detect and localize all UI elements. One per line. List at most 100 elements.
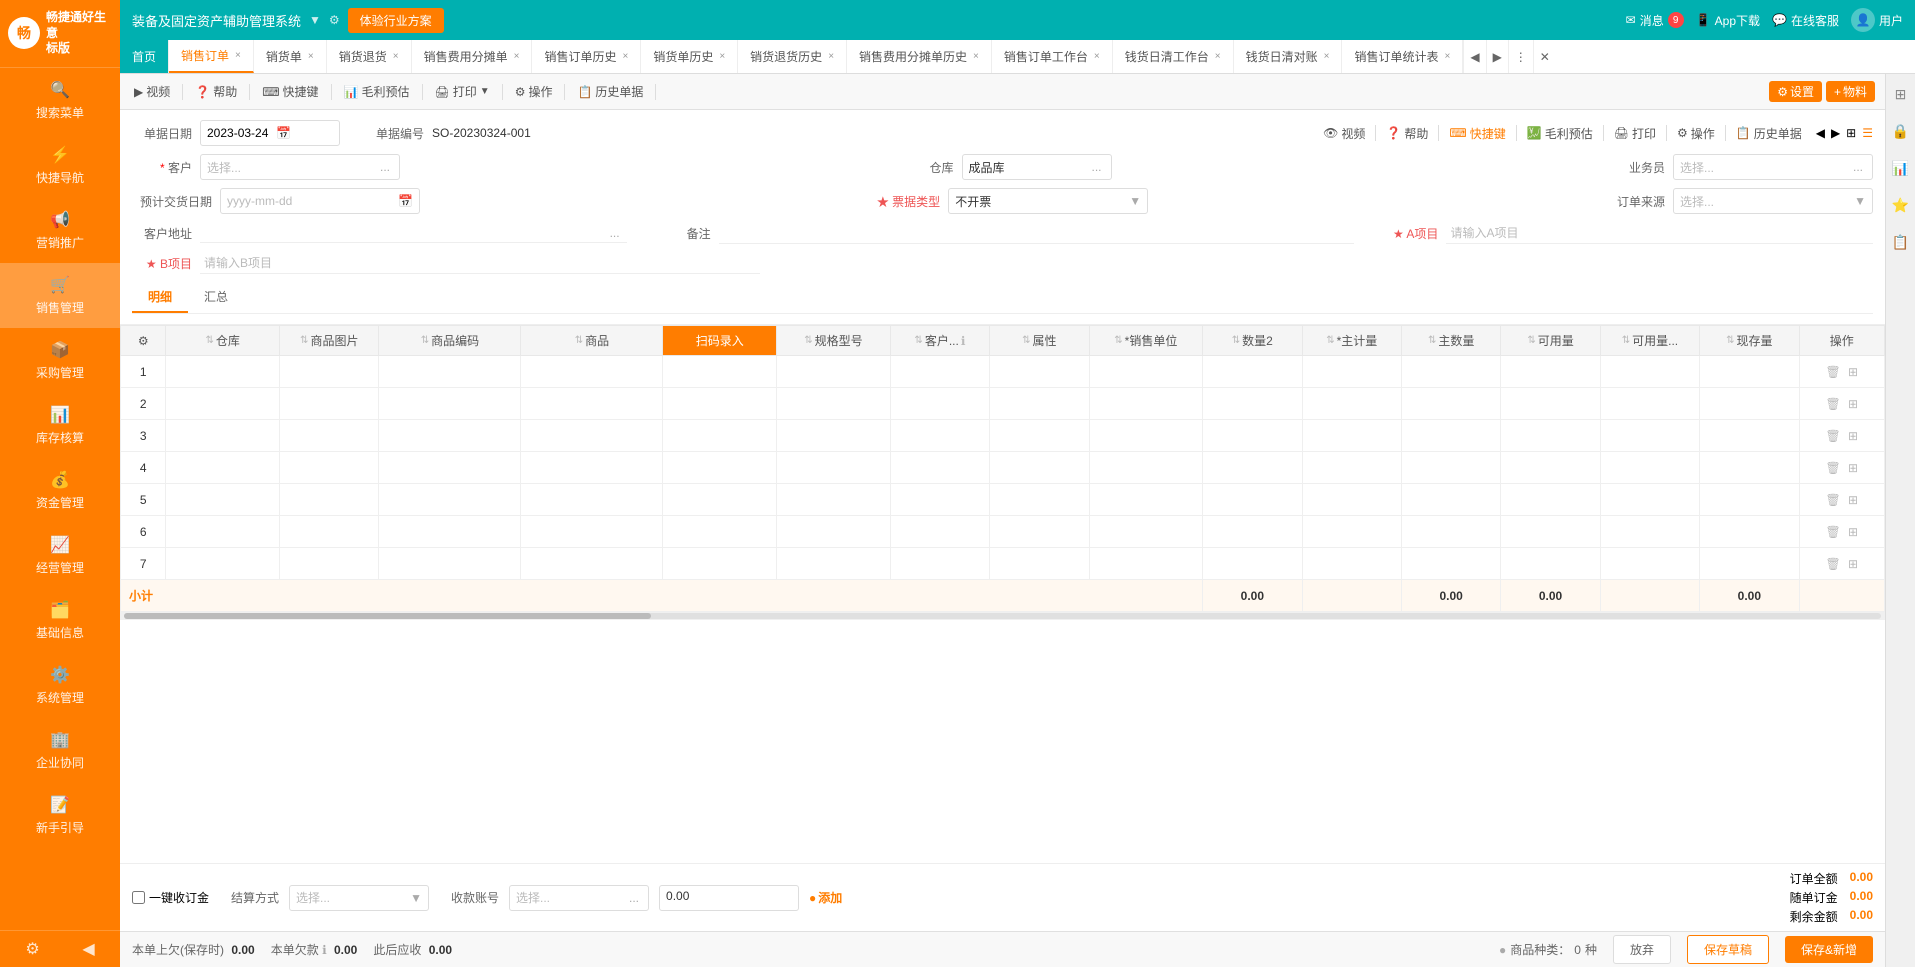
delete-row-icon[interactable]: 🗑 [1825,493,1840,507]
delete-row-icon[interactable]: 🗑 [1825,365,1840,379]
invoice-type-select[interactable]: 不开票 ▼ [948,188,1148,214]
sidebar-settings-btn[interactable]: ⚙ [25,939,39,959]
copy-row-icon[interactable]: ⊞ [1848,397,1858,411]
delivery-date-input[interactable]: yyyy-mm-dd 📅 [220,188,420,214]
operation-btn[interactable]: ⚙ 操作 [511,81,557,102]
settings-btn[interactable]: ⚙ 设置 [1769,81,1822,102]
tab-close-icon[interactable]: × [719,51,725,62]
tab-cash-daily-reconcile[interactable]: 钱货日清对账 × [1234,40,1343,73]
profit-btn[interactable]: 📊 毛利预估 [340,81,414,102]
add-material-btn[interactable]: + 物料 [1826,81,1875,102]
tab-next-btn[interactable]: ▶ [1486,40,1508,73]
industry-btn[interactable]: 体验行业方案 [348,8,444,33]
op-btn-form[interactable]: ⚙ 操作 [1673,123,1719,144]
nav-next-icon[interactable]: ▶ [1831,126,1840,140]
user-btn[interactable]: 👤 用户 [1851,8,1903,32]
tab-sales-bill-history[interactable]: 销货单历史 × [641,40,738,73]
tab-home[interactable]: 首页 [120,40,169,73]
keyboard-btn[interactable]: ⌨ 快捷键 [1445,123,1509,144]
panel-icon-5[interactable]: 📋 [1888,230,1913,255]
delete-row-icon[interactable]: 🗑 [1825,525,1840,539]
sidebar-item-enterprise[interactable]: 🏢 企业协同 [0,718,120,783]
address-input[interactable]: ... [200,224,627,243]
tab-summary[interactable]: 汇总 [188,282,244,313]
copy-row-icon[interactable]: ⊞ [1848,365,1858,379]
a-project-input[interactable]: 请输入A项目 [1446,222,1873,244]
tab-close-icon[interactable]: × [235,50,241,61]
quick-payment-checkbox[interactable]: 一键收订金 [132,889,209,906]
eye-btn[interactable]: 👁 视频 [1319,123,1369,144]
copy-row-icon[interactable]: ⊞ [1848,429,1858,443]
add-row-btn[interactable]: ● 添加 [809,889,842,906]
help-btn-form[interactable]: ❓ 帮助 [1382,123,1432,144]
copy-row-icon[interactable]: ⊞ [1848,525,1858,539]
list-view-icon[interactable]: ☰ [1862,126,1873,140]
account-ellipsis[interactable]: ... [626,891,642,905]
header-gear-icon[interactable]: ⚙ [329,13,340,27]
save-new-btn[interactable]: 保存&新增 [1785,936,1873,963]
tab-sales-expense-history[interactable]: 销售费用分摊单历史 × [847,40,992,73]
delete-row-icon[interactable]: 🗑 [1825,557,1840,571]
tab-close-icon[interactable]: × [393,51,399,62]
th-scan[interactable]: 扫码录入 [663,326,777,356]
discard-btn[interactable]: 放弃 [1613,935,1671,964]
history-btn[interactable]: 📋 历史单据 [573,81,647,102]
tab-prev-btn[interactable]: ◀ [1463,40,1485,73]
nav-prev-icon[interactable]: ◀ [1816,126,1825,140]
panel-icon-4[interactable]: ⭐ [1888,193,1913,218]
b-project-input[interactable]: 请输入B项目 [200,252,760,274]
tab-sales-expense[interactable]: 销售费用分摊单 × [412,40,533,73]
tab-close-icon[interactable]: × [973,51,979,62]
tab-close-icon[interactable]: × [828,51,834,62]
help-btn[interactable]: ❓ 帮助 [191,81,241,102]
payment-method-select[interactable]: 选择... ▼ [289,885,429,911]
delete-row-icon[interactable]: 🗑 [1825,429,1840,443]
horizontal-scrollbar[interactable] [120,612,1885,620]
delete-row-icon[interactable]: 🗑 [1825,461,1840,475]
tab-close-icon[interactable]: × [1215,51,1221,62]
tab-sales-order-workbench[interactable]: 销售订单工作台 × [992,40,1113,73]
sidebar-item-quick-nav[interactable]: ⚡ 快捷导航 [0,133,120,198]
tab-sales-return[interactable]: 销货退货 × [327,40,412,73]
staff-ellipsis[interactable]: ... [1850,160,1866,174]
sidebar-item-system[interactable]: ⚙️ 系统管理 [0,653,120,718]
account-select[interactable]: 选择... ... [509,885,649,911]
quick-payment-check[interactable] [132,891,145,904]
tab-detail[interactable]: 明细 [132,282,188,313]
sidebar-collapse-btn[interactable]: ◀ [82,939,94,959]
history-btn-form[interactable]: 📋 历史单据 [1732,123,1806,144]
profit-btn-form[interactable]: 💹 毛利预估 [1523,123,1597,144]
sidebar-item-basic[interactable]: 🗂️ 基础信息 [0,588,120,653]
panel-icon-3[interactable]: 📊 [1888,156,1913,181]
tab-sales-return-history[interactable]: 销货退货历史 × [738,40,847,73]
tab-close-icon[interactable]: × [1444,51,1450,62]
sidebar-item-sales[interactable]: 🛒 销售管理 [0,263,120,328]
copy-row-icon[interactable]: ⊞ [1848,461,1858,475]
warehouse-ellipsis[interactable]: ... [1088,160,1104,174]
save-draft-btn[interactable]: 保存草稿 [1687,935,1769,964]
column-settings-icon[interactable]: ⚙ [138,334,149,348]
panel-icon-1[interactable]: ⊞ [1891,82,1911,107]
sidebar-item-search[interactable]: 🔍 搜索菜单 [0,68,120,133]
view-btn[interactable]: ▶ 视频 [130,81,174,102]
tab-sales-order[interactable]: 销售订单 × [169,40,254,73]
copy-row-icon[interactable]: ⊞ [1848,557,1858,571]
tab-sales-order-history[interactable]: 销售订单历史 × [532,40,641,73]
sidebar-item-finance[interactable]: 💰 资金管理 [0,458,120,523]
date-input[interactable]: 2023-03-24 📅 [200,120,340,146]
order-source-input[interactable]: 选择... ▼ [1673,188,1873,214]
sidebar-item-inventory[interactable]: 📊 库存核算 [0,393,120,458]
tab-close-icon[interactable]: × [622,51,628,62]
online-service-btn[interactable]: 💬 在线客服 [1772,12,1839,29]
shortcut-btn[interactable]: ⌨ 快捷键 [258,81,322,102]
tab-close-icon[interactable]: × [514,51,520,62]
amount-input[interactable]: 0.00 [659,885,799,911]
tab-sales-bill[interactable]: 销货单 × [254,40,327,73]
panel-icon-2[interactable]: 🔒 [1888,119,1913,144]
print-btn[interactable]: 🖨 打印 ▼ [431,81,494,102]
print-btn-form[interactable]: 🖨 打印 [1610,123,1660,144]
grid-view-icon[interactable]: ⊞ [1846,126,1856,140]
copy-row-icon[interactable]: ⊞ [1848,493,1858,507]
th-settings[interactable]: ⚙ [121,326,166,356]
tab-cash-daily-workbench[interactable]: 钱货日清工作台 × [1113,40,1234,73]
